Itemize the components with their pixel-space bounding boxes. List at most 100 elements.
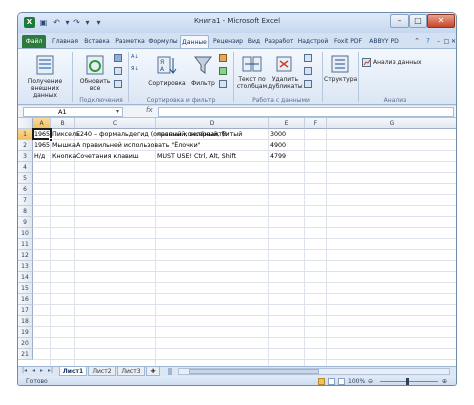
sheet-nav-next-icon[interactable]: ▸ — [40, 367, 43, 374]
cell-d3[interactable]: MUST USE! Ctrl, Alt, Shift — [156, 151, 269, 162]
cell-d1[interactable]: красный, зелёный, битый — [156, 129, 269, 140]
remove-duplicates-button[interactable]: Удалить дубликаты — [268, 52, 303, 94]
cell-c2[interactable]: А правильней использовать "Ёлочки" — [75, 140, 201, 151]
row-header[interactable]: 9 — [18, 217, 33, 228]
doc-minimize-icon[interactable]: – — [434, 35, 443, 48]
sort-az-icon[interactable]: А↓ — [131, 54, 139, 61]
help-icon[interactable]: ? — [423, 35, 433, 48]
tab-page-layout[interactable]: Разметка — [114, 35, 146, 48]
consolidate-icon[interactable] — [304, 67, 312, 75]
tab-addins[interactable]: Надстрой — [297, 35, 329, 48]
row-header[interactable]: 13 — [18, 261, 33, 272]
properties-icon[interactable] — [114, 67, 122, 75]
column-header[interactable]: E — [269, 118, 305, 129]
sheet-nav-last-icon[interactable]: ▸| — [48, 367, 53, 374]
advanced-filter-icon[interactable] — [219, 80, 227, 88]
row-header[interactable]: 5 — [18, 173, 33, 184]
column-header[interactable]: F — [305, 118, 327, 129]
tab-home[interactable]: Главная — [50, 35, 80, 48]
what-if-icon[interactable] — [304, 80, 312, 88]
row-header[interactable]: 14 — [18, 272, 33, 283]
tab-developer[interactable]: Разработ — [263, 35, 295, 48]
data-analysis-button[interactable]: Анализ данных — [362, 58, 442, 68]
outline-button[interactable]: Структура — [324, 52, 357, 94]
insert-function-icon[interactable]: fx — [146, 106, 153, 114]
row-header[interactable]: 20 — [18, 338, 33, 349]
data-validation-icon[interactable] — [304, 54, 312, 62]
row-header[interactable]: 16 — [18, 294, 33, 305]
cell-b2[interactable]: Мышка — [51, 140, 76, 151]
cell-e3[interactable]: 4799 — [269, 151, 305, 162]
column-header[interactable]: G — [327, 118, 456, 129]
sheet-tab-list2[interactable]: Лист2 — [88, 367, 116, 376]
row-header[interactable]: 1 — [18, 129, 33, 140]
worksheet-grid[interactable]: A B C D E F G 1 2 3 4 5 6 7 8 9 10 11 12 13 14 15 16 17 18 19 20 21… — [18, 118, 456, 366]
row-header[interactable]: 12 — [18, 250, 33, 261]
name-box-dropdown-icon[interactable]: ▾ — [116, 108, 119, 115]
sort-za-icon[interactable]: Я↓ — [131, 66, 139, 73]
row-header[interactable]: 7 — [18, 195, 33, 206]
maximize-button[interactable]: □ — [409, 14, 427, 28]
row-header[interactable]: 3 — [18, 151, 33, 162]
sheet-tab-list1[interactable]: Лист1 — [59, 367, 87, 376]
new-sheet-icon[interactable]: ✚ — [146, 367, 160, 376]
sheet-tab-list3[interactable]: Лист3 — [117, 367, 145, 376]
sort-button[interactable]: Я А Сортировка — [145, 52, 189, 94]
row-header[interactable]: 11 — [18, 239, 33, 250]
row-header[interactable]: 17 — [18, 305, 33, 316]
zoom-in-icon[interactable]: ⊕ — [442, 376, 447, 385]
close-button[interactable]: ✕ — [427, 14, 455, 28]
page-layout-view-icon[interactable] — [328, 378, 335, 385]
minimize-button[interactable]: – — [390, 14, 409, 28]
row-header[interactable]: 15 — [18, 283, 33, 294]
cell-e1[interactable]: 3000 — [269, 129, 305, 140]
tab-file[interactable]: Файл — [22, 35, 46, 48]
tab-abbyy-pdf[interactable]: ABBYY PD — [367, 35, 401, 48]
column-header[interactable]: D — [156, 118, 269, 129]
sheet-nav-first-icon[interactable]: |◂ — [22, 367, 27, 374]
doc-restore-icon[interactable]: □ — [443, 35, 450, 48]
row-header[interactable]: 19 — [18, 327, 33, 338]
text-to-columns-button[interactable]: Текст по столбцам — [236, 52, 268, 94]
ribbon-collapse-icon[interactable]: ⌃ — [412, 35, 422, 48]
reapply-filter-icon[interactable] — [219, 67, 227, 75]
horizontal-scrollbar[interactable] — [178, 368, 450, 375]
cell-b3[interactable]: Кнопка — [51, 151, 76, 162]
select-all-corner[interactable] — [18, 118, 33, 129]
formula-input[interactable] — [158, 107, 454, 117]
zoom-out-icon[interactable]: ⊖ — [368, 376, 373, 385]
row-header[interactable]: 10 — [18, 228, 33, 239]
cell-c1[interactable]: E240 – формальдегид (опасный консервант)… — [75, 129, 227, 140]
zoom-level[interactable]: 100% — [348, 376, 365, 385]
zoom-slider-thumb[interactable] — [406, 378, 409, 385]
edit-links-icon[interactable] — [114, 80, 122, 88]
tab-review[interactable]: Рецензир — [211, 35, 245, 48]
clear-filter-icon[interactable] — [219, 54, 227, 62]
tab-foxit-pdf[interactable]: Foxit PDF — [331, 35, 365, 48]
row-header[interactable]: 4 — [18, 162, 33, 173]
fill-handle[interactable] — [49, 138, 53, 142]
page-break-view-icon[interactable] — [338, 378, 345, 385]
sheet-nav-prev-icon[interactable]: ◂ — [32, 367, 35, 374]
normal-view-icon[interactable] — [318, 378, 325, 385]
cell-b1[interactable]: Пиксель — [51, 129, 80, 140]
row-header[interactable]: 18 — [18, 316, 33, 327]
name-box[interactable]: A1 — [23, 107, 123, 117]
refresh-all-button[interactable]: Обновить все — [78, 52, 112, 94]
tab-view[interactable]: Вид — [247, 35, 261, 48]
filter-button[interactable]: Фильтр — [188, 52, 218, 94]
cell-a3[interactable]: Н/д — [33, 151, 51, 162]
get-external-data-button[interactable]: Получение внешних данных — [22, 52, 68, 99]
row-header[interactable]: 8 — [18, 206, 33, 217]
connections-icon[interactable] — [114, 54, 122, 62]
row-header[interactable]: 2 — [18, 140, 33, 151]
tab-data[interactable]: Данные — [180, 35, 209, 48]
zoom-slider[interactable] — [380, 381, 438, 382]
column-header[interactable]: C — [75, 118, 156, 129]
doc-close-icon[interactable]: ✕ — [450, 35, 456, 48]
tab-formulas[interactable]: Формулы — [148, 35, 178, 48]
row-header[interactable]: 21 — [18, 349, 33, 360]
cell-e2[interactable]: 4900 — [269, 140, 305, 151]
tab-split-handle[interactable] — [168, 368, 172, 375]
tab-insert[interactable]: Вставка — [82, 35, 112, 48]
